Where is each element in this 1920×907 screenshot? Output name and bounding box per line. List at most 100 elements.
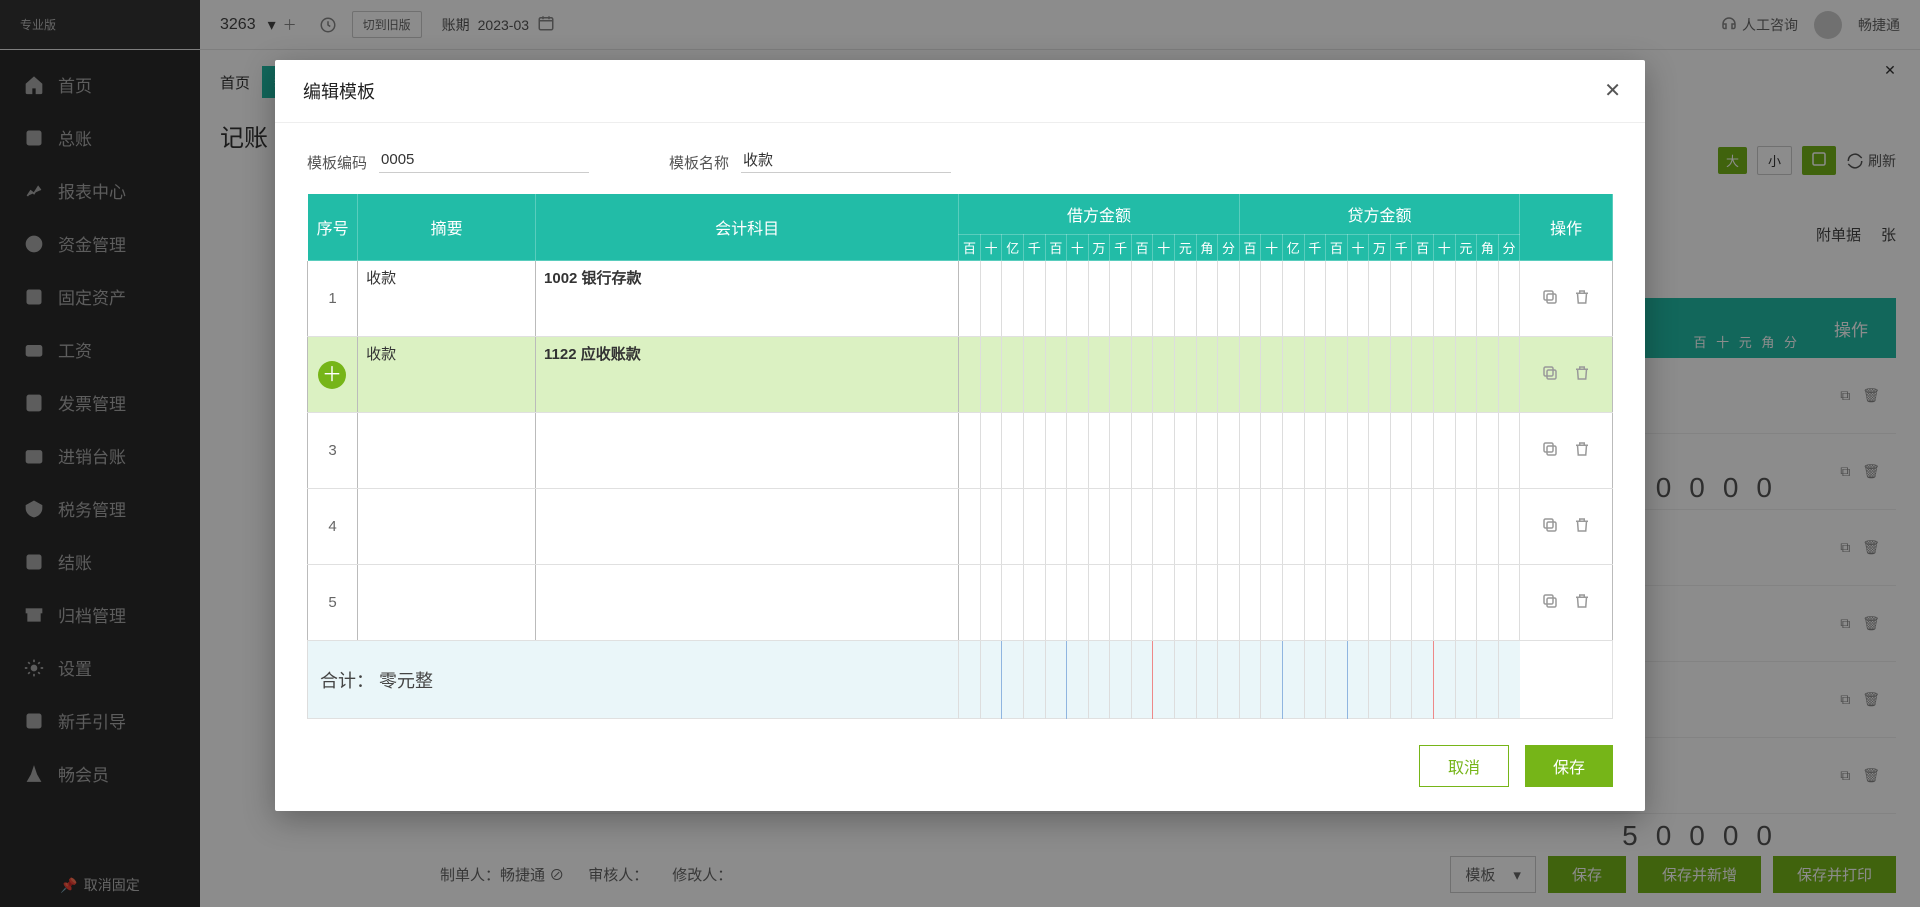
amount-cell[interactable] (959, 489, 981, 565)
amount-cell[interactable] (959, 413, 981, 489)
amount-cell[interactable] (1023, 489, 1045, 565)
amount-cell[interactable] (1347, 413, 1369, 489)
amount-cell[interactable] (959, 261, 981, 337)
delete-icon[interactable] (1573, 516, 1591, 538)
amount-cell[interactable] (1498, 337, 1520, 413)
amount-cell[interactable] (1088, 565, 1110, 641)
row-account[interactable]: 1122 应收账款 (536, 337, 959, 413)
amount-cell[interactable] (1433, 565, 1455, 641)
amount-cell[interactable] (1412, 337, 1434, 413)
amount-cell[interactable] (1110, 261, 1132, 337)
amount-cell[interactable] (1477, 565, 1499, 641)
row-summary[interactable] (358, 413, 536, 489)
amount-cell[interactable] (1175, 261, 1197, 337)
amount-cell[interactable] (1326, 337, 1348, 413)
amount-cell[interactable] (1023, 261, 1045, 337)
row-summary[interactable]: 收款 (358, 261, 536, 337)
amount-cell[interactable] (1455, 261, 1477, 337)
amount-cell[interactable] (1045, 489, 1067, 565)
amount-cell[interactable] (980, 261, 1002, 337)
row-summary[interactable] (358, 489, 536, 565)
amount-cell[interactable] (1239, 261, 1261, 337)
amount-cell[interactable] (1369, 337, 1391, 413)
table-row[interactable]: 4 (308, 489, 1613, 565)
amount-cell[interactable] (1088, 413, 1110, 489)
amount-cell[interactable] (1110, 413, 1132, 489)
amount-cell[interactable] (1239, 413, 1261, 489)
delete-icon[interactable] (1573, 592, 1591, 614)
amount-cell[interactable] (1002, 489, 1024, 565)
row-summary[interactable] (358, 565, 536, 641)
table-row[interactable]: 5 (308, 565, 1613, 641)
amount-cell[interactable] (1369, 565, 1391, 641)
amount-cell[interactable] (1304, 261, 1326, 337)
amount-cell[interactable] (1088, 489, 1110, 565)
amount-cell[interactable] (1390, 489, 1412, 565)
amount-cell[interactable] (980, 413, 1002, 489)
amount-cell[interactable] (1175, 337, 1197, 413)
amount-cell[interactable] (1390, 261, 1412, 337)
amount-cell[interactable] (1412, 261, 1434, 337)
amount-cell[interactable] (1002, 261, 1024, 337)
amount-cell[interactable] (1067, 489, 1089, 565)
amount-cell[interactable] (1218, 337, 1240, 413)
amount-cell[interactable] (1067, 261, 1089, 337)
row-account[interactable] (536, 565, 959, 641)
amount-cell[interactable] (1455, 565, 1477, 641)
amount-cell[interactable] (1067, 565, 1089, 641)
amount-cell[interactable] (1196, 261, 1218, 337)
cancel-button[interactable]: 取消 (1419, 745, 1509, 787)
copy-icon[interactable] (1541, 516, 1559, 538)
amount-cell[interactable] (1498, 261, 1520, 337)
amount-cell[interactable] (1196, 337, 1218, 413)
amount-cell[interactable] (1153, 413, 1175, 489)
amount-cell[interactable] (1412, 413, 1434, 489)
amount-cell[interactable] (1110, 489, 1132, 565)
table-row[interactable]: 3 (308, 413, 1613, 489)
amount-cell[interactable] (1196, 413, 1218, 489)
amount-cell[interactable] (1369, 261, 1391, 337)
amount-cell[interactable] (1239, 565, 1261, 641)
amount-cell[interactable] (1218, 489, 1240, 565)
copy-icon[interactable] (1541, 592, 1559, 614)
amount-cell[interactable] (1175, 489, 1197, 565)
amount-cell[interactable] (1261, 261, 1283, 337)
amount-cell[interactable] (1218, 261, 1240, 337)
amount-cell[interactable] (1477, 489, 1499, 565)
tpl-name-input[interactable] (741, 147, 951, 173)
table-row[interactable]: ＋ 收款 1122 应收账款 (308, 337, 1613, 413)
amount-cell[interactable] (1045, 565, 1067, 641)
amount-cell[interactable] (1433, 489, 1455, 565)
amount-cell[interactable] (1261, 337, 1283, 413)
amount-cell[interactable] (1477, 337, 1499, 413)
amount-cell[interactable] (1282, 489, 1304, 565)
amount-cell[interactable] (1023, 413, 1045, 489)
amount-cell[interactable] (1002, 337, 1024, 413)
delete-icon[interactable] (1573, 440, 1591, 462)
amount-cell[interactable] (1131, 489, 1153, 565)
amount-cell[interactable] (1347, 489, 1369, 565)
amount-cell[interactable] (1455, 489, 1477, 565)
amount-cell[interactable] (980, 489, 1002, 565)
amount-cell[interactable] (1304, 413, 1326, 489)
amount-cell[interactable] (1390, 565, 1412, 641)
amount-cell[interactable] (1045, 261, 1067, 337)
amount-cell[interactable] (1023, 337, 1045, 413)
amount-cell[interactable] (1282, 413, 1304, 489)
amount-cell[interactable] (1304, 565, 1326, 641)
amount-cell[interactable] (980, 565, 1002, 641)
amount-cell[interactable] (1131, 337, 1153, 413)
amount-cell[interactable] (1175, 413, 1197, 489)
amount-cell[interactable] (1110, 337, 1132, 413)
amount-cell[interactable] (1326, 413, 1348, 489)
amount-cell[interactable] (1088, 337, 1110, 413)
copy-icon[interactable] (1541, 288, 1559, 310)
row-account[interactable]: 1002 银行存款 (536, 261, 959, 337)
amount-cell[interactable] (1326, 261, 1348, 337)
row-account[interactable] (536, 489, 959, 565)
tpl-code-input[interactable] (379, 147, 589, 173)
amount-cell[interactable] (980, 337, 1002, 413)
amount-cell[interactable] (1455, 337, 1477, 413)
amount-cell[interactable] (1369, 489, 1391, 565)
table-row[interactable]: 1 收款 1002 银行存款 (308, 261, 1613, 337)
